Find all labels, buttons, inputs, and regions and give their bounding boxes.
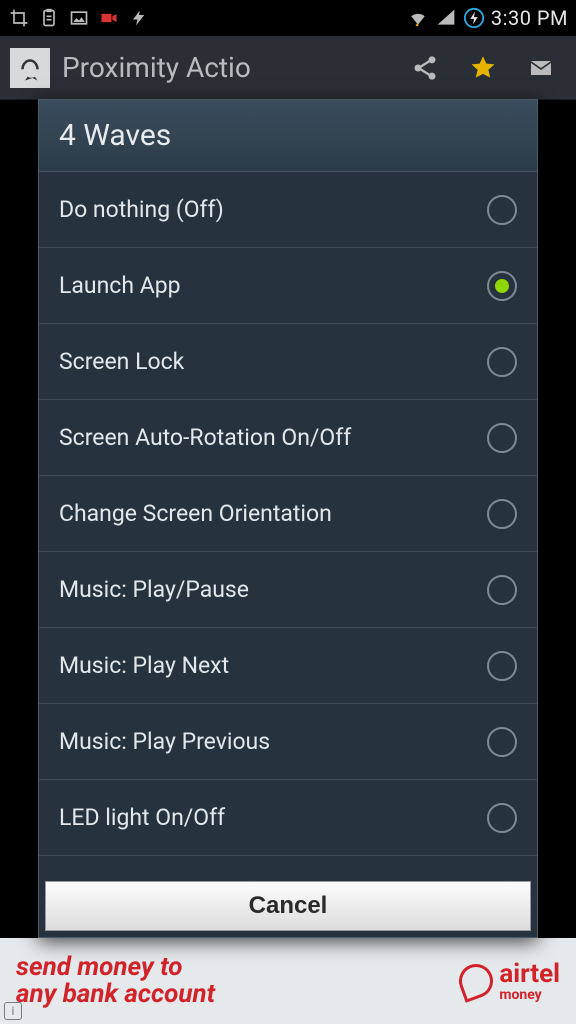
airtel-swirl-icon xyxy=(455,959,499,1003)
ad-line-1: send money to xyxy=(16,954,215,981)
ad-line-2: any bank account xyxy=(16,981,215,1008)
radio-indicator[interactable] xyxy=(487,499,517,529)
option-label: Screen Lock xyxy=(59,348,487,375)
option-row[interactable]: Music: Play Next xyxy=(39,628,537,704)
option-row[interactable]: Music: Play Previous xyxy=(39,704,537,780)
option-list: Do nothing (Off) Launch App Screen Lock Scr… xyxy=(39,172,537,875)
option-label: LED light On/Off xyxy=(59,804,487,831)
option-label: Change Screen Orientation xyxy=(59,500,487,527)
action-bar: Proximity Actio xyxy=(0,36,576,100)
radio-indicator[interactable] xyxy=(487,195,517,225)
ad-info-icon[interactable]: i xyxy=(4,1002,22,1020)
battery-charging-icon xyxy=(463,7,485,29)
option-label: Launch App xyxy=(59,272,487,299)
option-row[interactable]: Do nothing (Off) xyxy=(39,172,537,248)
radio-indicator[interactable] xyxy=(487,651,517,681)
ad-brand: airtel xyxy=(499,959,560,989)
record-icon xyxy=(98,7,120,29)
cancel-button[interactable]: Cancel xyxy=(45,881,531,931)
radio-indicator[interactable] xyxy=(487,271,517,301)
option-label: Screen Auto-Rotation On/Off xyxy=(59,424,487,451)
star-icon[interactable] xyxy=(468,53,498,83)
option-label: Do nothing (Off) xyxy=(59,196,487,223)
crop-icon xyxy=(8,7,30,29)
option-label: Music: Play Previous xyxy=(59,728,487,755)
dialog-title: 4 Waves xyxy=(39,100,537,172)
radio-indicator[interactable] xyxy=(487,727,517,757)
app-title: Proximity Actio xyxy=(62,51,251,84)
image-icon xyxy=(68,7,90,29)
share-icon[interactable] xyxy=(410,53,440,83)
wifi-icon xyxy=(407,7,429,29)
option-row[interactable]: Screen Lock xyxy=(39,324,537,400)
app-icon xyxy=(10,48,50,88)
clipboard-icon xyxy=(38,7,60,29)
option-row[interactable]: Change Screen Orientation xyxy=(39,476,537,552)
radio-indicator[interactable] xyxy=(487,575,517,605)
status-bar: 3:30 PM xyxy=(0,0,576,36)
status-clock: 3:30 PM xyxy=(491,6,568,30)
option-label: Music: Play Next xyxy=(59,652,487,679)
ad-brand-sub: money xyxy=(499,987,560,1003)
option-label: Music: Play/Pause xyxy=(59,576,487,603)
radio-indicator[interactable] xyxy=(487,347,517,377)
option-row[interactable]: Screen Auto-Rotation On/Off xyxy=(39,400,537,476)
radio-indicator[interactable] xyxy=(487,423,517,453)
ad-text: send money to any bank account xyxy=(16,954,215,1009)
ad-logo: airtel money xyxy=(459,959,560,1003)
action-picker-dialog: 4 Waves Do nothing (Off) Launch App Screen… xyxy=(38,99,538,938)
signal-icon xyxy=(435,7,457,29)
mail-icon[interactable] xyxy=(526,53,556,83)
option-row[interactable]: Music: Play/Pause xyxy=(39,552,537,628)
option-row[interactable]: Launch App xyxy=(39,248,537,324)
flash-icon xyxy=(128,7,150,29)
option-row[interactable]: LED light On/Off xyxy=(39,780,537,856)
ad-banner[interactable]: i send money to any bank account airtel … xyxy=(0,938,576,1024)
radio-indicator[interactable] xyxy=(487,803,517,833)
